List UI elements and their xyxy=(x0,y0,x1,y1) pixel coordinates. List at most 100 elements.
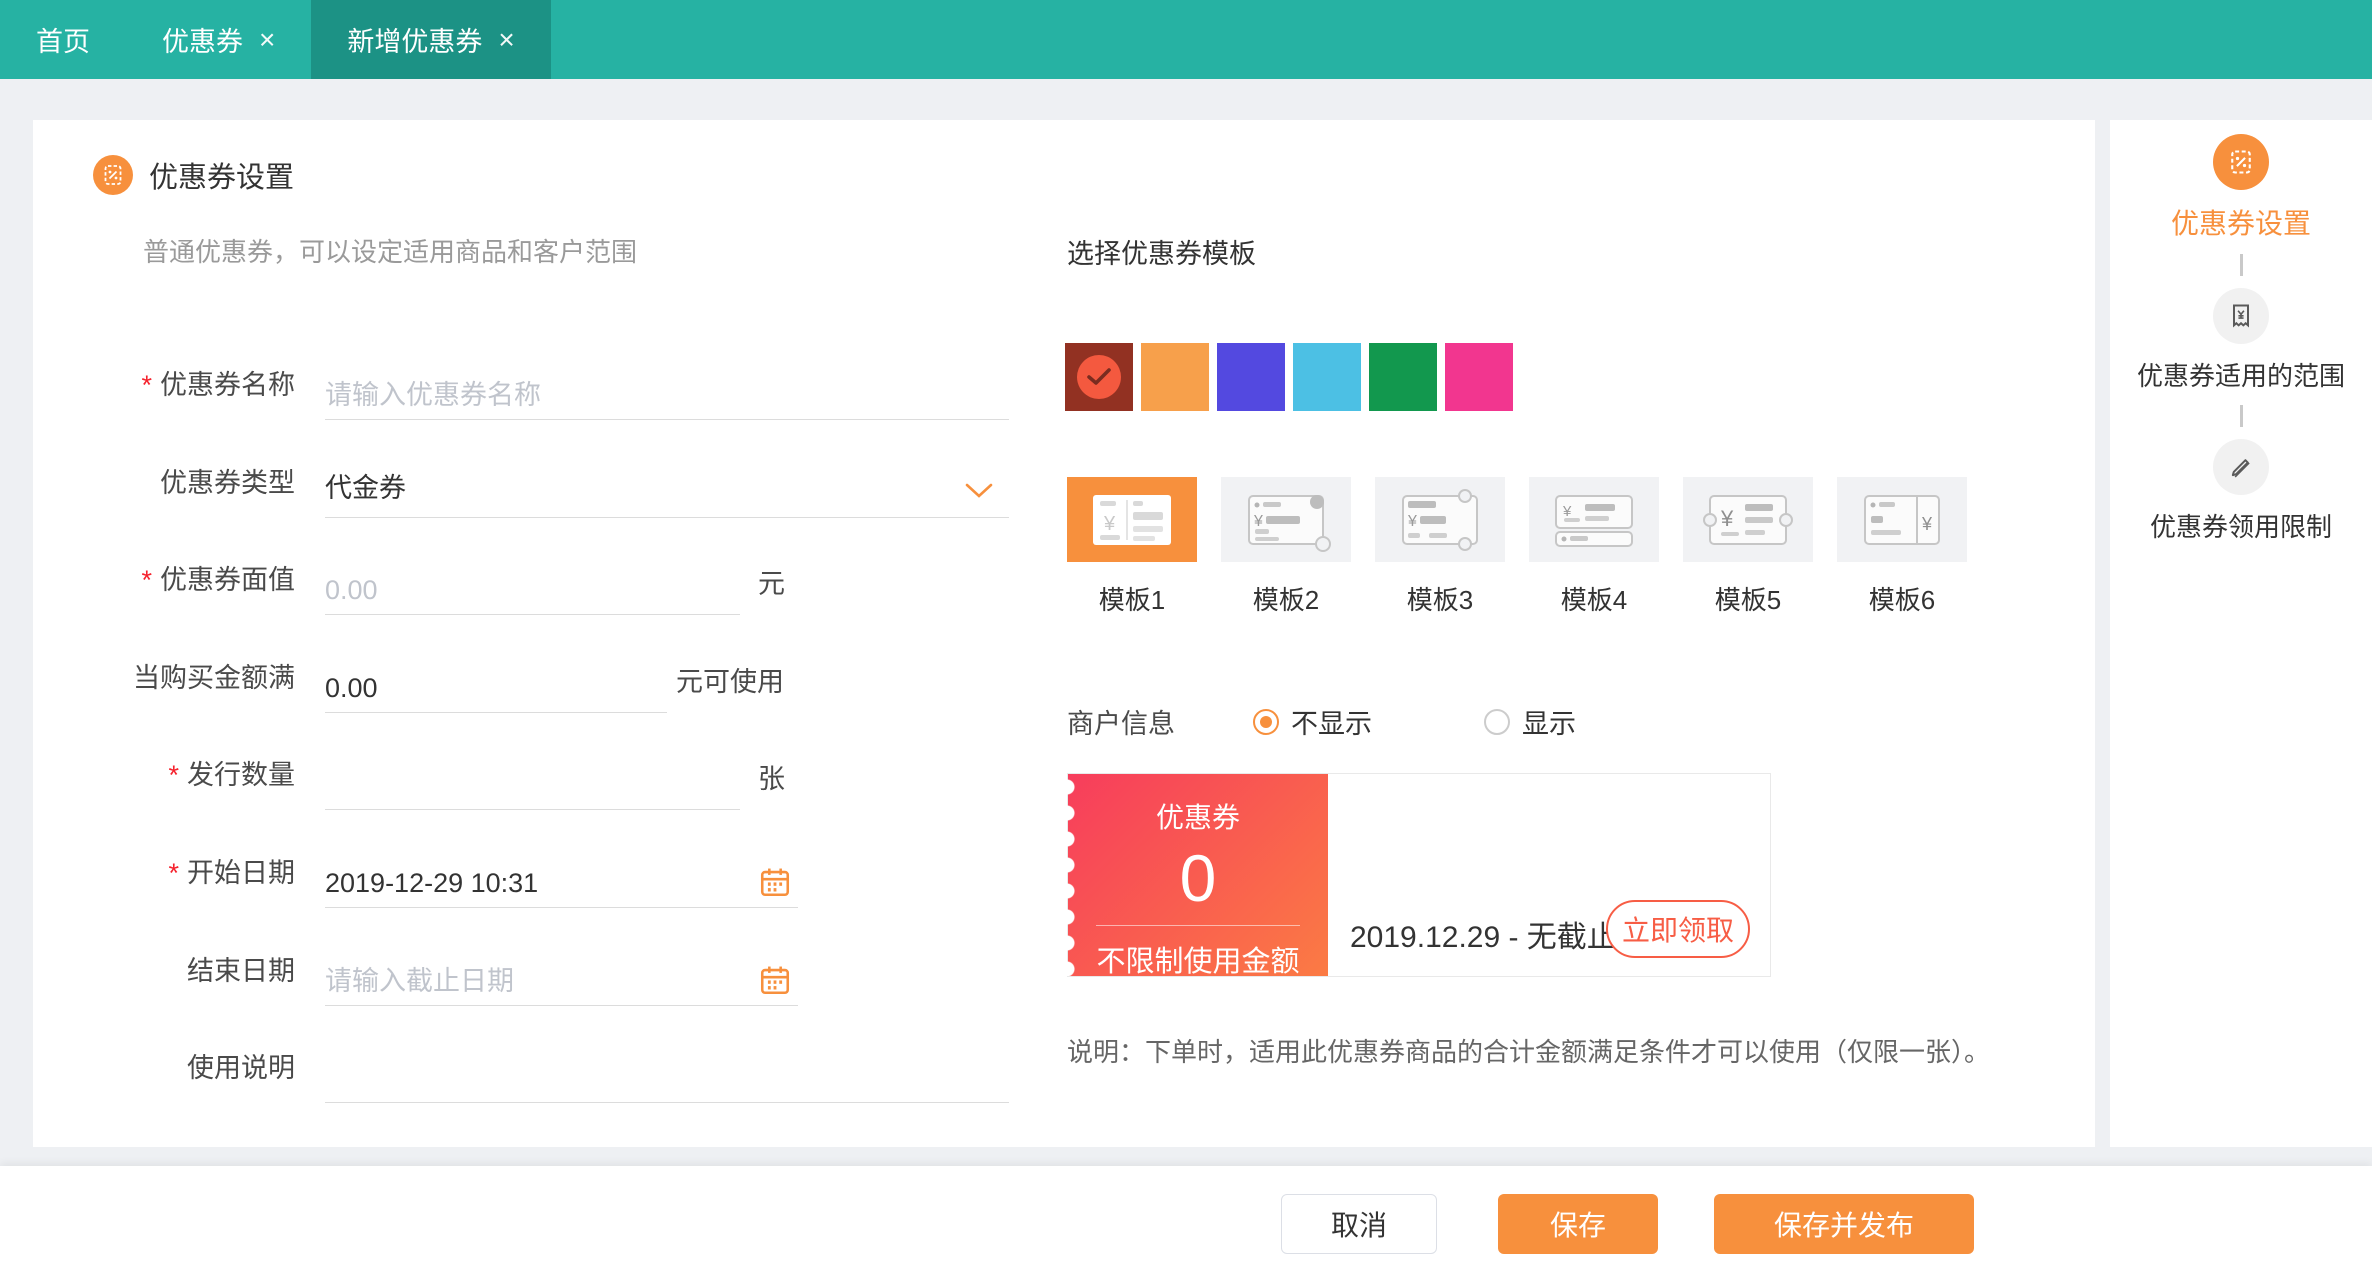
template-label: 模板6 xyxy=(1868,585,1936,615)
coupon-preview-amount: 0 xyxy=(1179,841,1217,915)
svg-text:¥: ¥ xyxy=(1720,506,1734,531)
template-label: 模板3 xyxy=(1406,585,1474,615)
end-date-input[interactable] xyxy=(325,966,798,997)
tab-new-coupon-label: 新增优惠券 xyxy=(347,27,483,57)
svg-text:¥: ¥ xyxy=(1562,503,1572,520)
coupon-preview-title: 优惠券 xyxy=(1155,802,1240,833)
cancel-button[interactable]: 取消 xyxy=(1281,1194,1437,1254)
required-asterisk: * xyxy=(168,858,179,888)
step-coupon-scope[interactable] xyxy=(2213,288,2269,344)
edit-pencil-icon xyxy=(2231,459,2250,478)
template-thumbnail-icon: ¥ xyxy=(1837,477,1967,562)
field-row-start-date: * 开始日期 xyxy=(33,838,1043,908)
field-row-end-date: 结束日期 xyxy=(33,936,1043,1006)
template-label: 模板4 xyxy=(1560,585,1628,615)
face-value-unit: 元 xyxy=(758,569,785,599)
field-row-face-value: * 优惠券面值 元 xyxy=(33,545,1043,615)
coupon-name-label: 优惠券名称 xyxy=(160,370,295,400)
calendar-icon[interactable] xyxy=(758,865,792,899)
step-label-scope: 优惠券适用的范围 xyxy=(2136,361,2345,391)
tab-coupon-list-label: 优惠券 xyxy=(162,27,243,57)
coupon-type-label: 优惠券类型 xyxy=(160,468,295,498)
coupon-preview-stub: 优惠券 0 不限制使用金额 xyxy=(1067,774,1328,978)
tab-coupon-list[interactable]: 优惠券 × xyxy=(126,0,311,79)
coupon-preview-card: 优惠券 0 不限制使用金额 2019.12.29 - 无截止日期 立即领取 xyxy=(1067,773,1771,978)
color-swatch-green[interactable] xyxy=(1369,343,1437,411)
color-swatch-indigo[interactable] xyxy=(1217,343,1285,411)
panel-header: 优惠券设置 xyxy=(93,154,294,196)
divider xyxy=(1096,924,1300,926)
step-coupon-limit[interactable] xyxy=(2213,439,2269,495)
check-icon xyxy=(1077,355,1121,399)
save-button[interactable]: 保存 xyxy=(1498,1194,1658,1254)
instructions-input[interactable] xyxy=(325,1063,1009,1094)
template-section-title: 选择优惠券模板 xyxy=(1067,239,1256,269)
color-swatch-skyblue[interactable] xyxy=(1293,343,1361,411)
template-option-5[interactable]: ¥ 模板5 xyxy=(1683,477,1813,617)
radio-show-label: 显示 xyxy=(1522,709,1576,739)
tab-bar: 首页 优惠券 × 新增优惠券 × xyxy=(0,0,2372,79)
radio-selected-icon[interactable] xyxy=(1253,708,1279,735)
template-label: 模板5 xyxy=(1714,585,1782,615)
svg-text:¥: ¥ xyxy=(1253,513,1263,530)
min-amount-input[interactable] xyxy=(325,673,667,704)
face-value-label: 优惠券面值 xyxy=(160,565,295,595)
claim-now-button[interactable]: 立即领取 xyxy=(1606,900,1750,958)
svg-text:¥: ¥ xyxy=(1103,513,1116,535)
close-tab-icon[interactable]: × xyxy=(498,25,514,54)
field-row-coupon-name: * 优惠券名称 xyxy=(33,350,1043,420)
template-label: 模板2 xyxy=(1252,585,1320,615)
save-and-publish-button[interactable]: 保存并发布 xyxy=(1714,1194,1974,1254)
template-option-1[interactable]: ¥ 模板1 xyxy=(1067,477,1197,617)
coupon-settings-panel: 优惠券设置 普通优惠券，可以设定适用商品和客户范围 * 优惠券名称 优惠券类型 代… xyxy=(33,120,2095,1147)
template-thumbnail-icon: ¥ xyxy=(1529,477,1659,562)
template-label: 模板1 xyxy=(1098,585,1166,615)
form-subtitle: 普通优惠券，可以设定适用商品和客户范围 xyxy=(143,237,638,267)
color-swatch-orange[interactable] xyxy=(1141,343,1209,411)
step-label-settings: 优惠券设置 xyxy=(2170,208,2311,239)
field-row-quantity: * 发行数量 张 xyxy=(33,740,1043,810)
coupon-name-input[interactable] xyxy=(325,380,1009,411)
footer-action-bar: 取消 保存 保存并发布 xyxy=(0,1166,2372,1266)
step-connector xyxy=(2239,254,2243,276)
field-row-instructions: 使用说明 xyxy=(33,1033,1043,1103)
template-option-2[interactable]: ¥ 模板2 xyxy=(1221,477,1351,617)
step-connector xyxy=(2239,405,2243,427)
min-amount-label: 当购买金额满 xyxy=(133,663,295,693)
coupon-type-select[interactable]: 代金券 xyxy=(325,448,1009,518)
required-asterisk: * xyxy=(168,760,179,790)
color-swatch-pink[interactable] xyxy=(1445,343,1513,411)
required-asterisk: * xyxy=(141,370,152,400)
tab-home[interactable]: 首页 xyxy=(0,0,126,79)
template-option-3[interactable]: ¥ 模板3 xyxy=(1375,477,1505,617)
min-amount-unit: 元可使用 xyxy=(676,667,784,697)
radio-hide-label: 不显示 xyxy=(1291,709,1372,739)
svg-text:¥: ¥ xyxy=(1921,514,1933,534)
step-label-limit: 优惠券领用限制 xyxy=(2149,512,2332,542)
close-tab-icon[interactable]: × xyxy=(259,25,275,54)
radio-show-merchant[interactable]: 显示 xyxy=(1484,702,1576,741)
tab-home-label: 首页 xyxy=(36,27,90,57)
end-date-label: 结束日期 xyxy=(187,956,295,986)
template-thumbnail-icon: ¥ xyxy=(1221,477,1351,562)
radio-unselected-icon[interactable] xyxy=(1484,708,1510,735)
steps-rail: 优惠券设置 优惠券适用的范围 优惠券领用限制 xyxy=(2110,120,2372,1147)
step-coupon-settings[interactable] xyxy=(2213,134,2269,190)
quantity-input[interactable] xyxy=(325,770,740,801)
template-option-4[interactable]: ¥ 模板4 xyxy=(1529,477,1659,617)
chevron-down-icon[interactable] xyxy=(965,483,993,499)
radio-hide-merchant[interactable]: 不显示 xyxy=(1253,702,1372,741)
calendar-icon[interactable] xyxy=(758,963,792,997)
template-thumbnail-icon: ¥ xyxy=(1375,477,1505,562)
receipt-yen-icon xyxy=(2233,304,2249,328)
merchant-info-label: 商户信息 xyxy=(1067,709,1175,739)
coupon-ticket-icon xyxy=(93,155,133,195)
template-option-6[interactable]: ¥ 模板6 xyxy=(1837,477,1967,617)
start-date-input[interactable] xyxy=(325,868,798,899)
quantity-label: 发行数量 xyxy=(187,760,295,790)
usage-note: 说明：下单时，适用此优惠券商品的合计金额满足条件才可以使用（仅限一张）。 xyxy=(1067,1037,1991,1067)
tab-new-coupon[interactable]: 新增优惠券 × xyxy=(311,0,551,79)
color-swatch-red[interactable] xyxy=(1065,343,1133,411)
face-value-input[interactable] xyxy=(325,575,740,606)
svg-text:¥: ¥ xyxy=(1407,513,1417,530)
